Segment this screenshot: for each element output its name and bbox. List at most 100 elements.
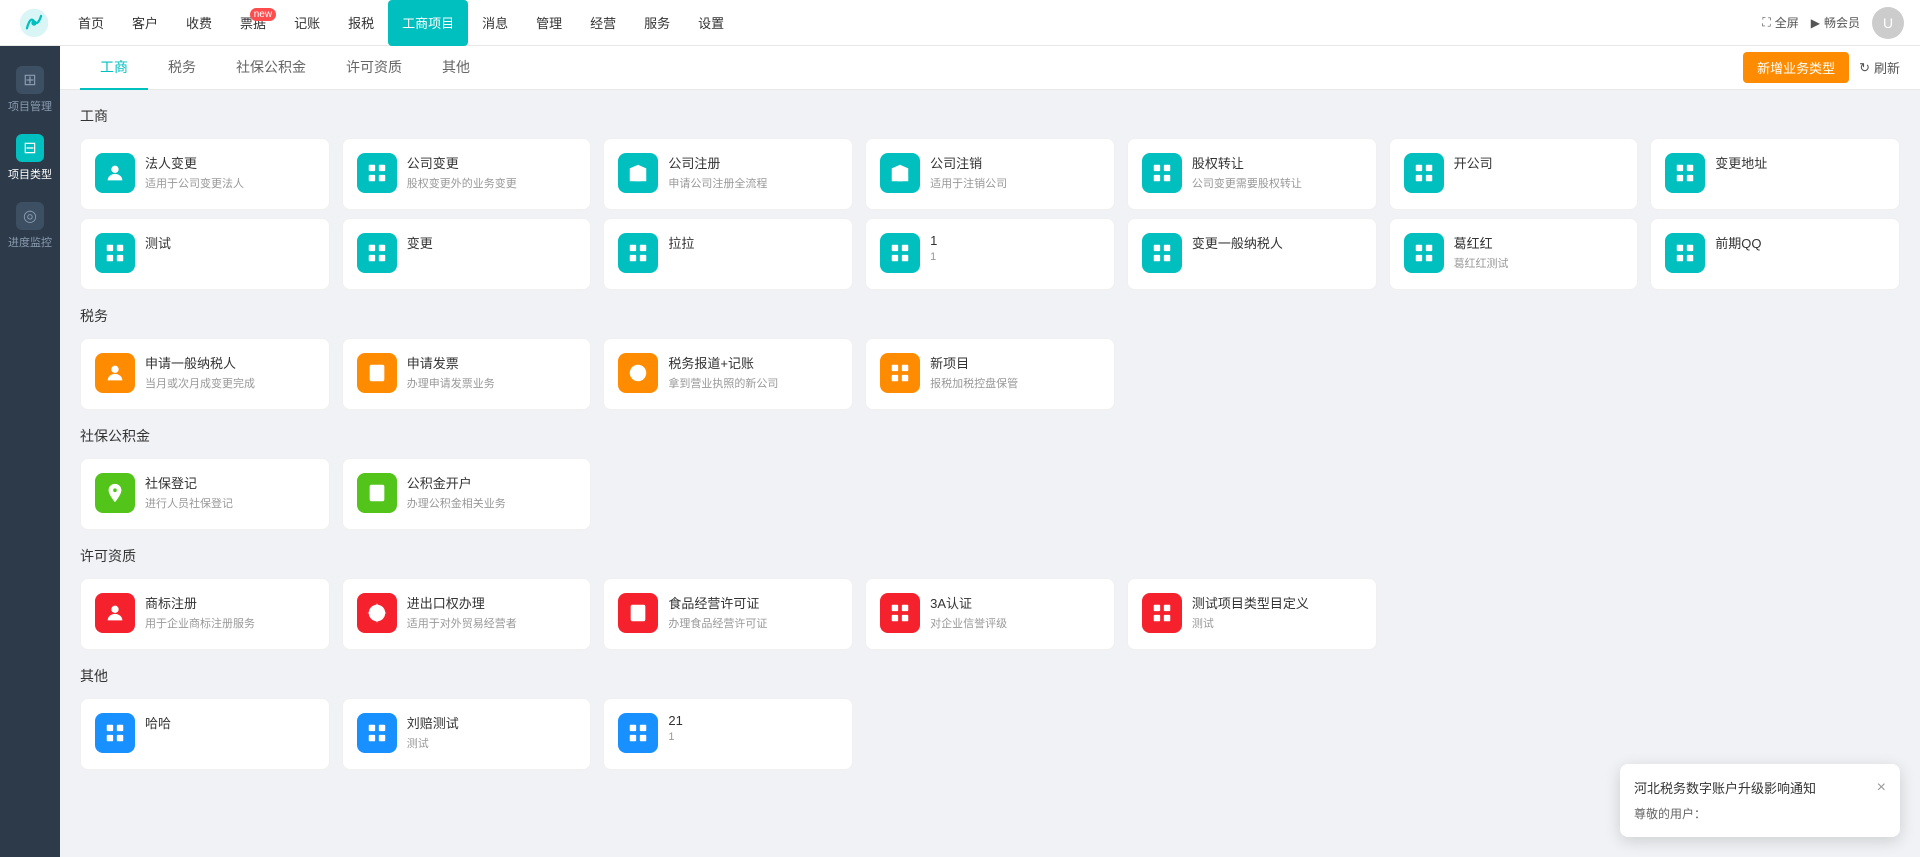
nav-customer[interactable]: 客户 [118,0,172,46]
tabs: 工商 税务 社保公积金 许可资质 其他 [80,46,490,90]
tab-gongshang[interactable]: 工商 [80,46,148,90]
card-3a-renzheng[interactable]: 3A认证 对企业信誉评级 [865,578,1115,650]
top-nav: 首页 客户 收费 票据 new 记账 报税 工商项目 消息 管理 经营 服务 设… [0,0,1920,46]
xuke-cards: 商标注册 用于企业商标注册服务 进出口权办理 适用于对外贸易经营者 食品经营 [80,578,1900,650]
gongshang-cards-row2: 测试 变更 拉拉 [80,218,1900,290]
new-type-button[interactable]: 新增业务类型 [1743,52,1849,83]
card-icon-jinchuku-banli [357,593,397,633]
tab-shuiwu[interactable]: 税务 [148,46,216,90]
nav-business[interactable]: 经营 [576,0,630,46]
card-icon-qianqi-qq [1665,233,1705,273]
tab-actions: 新增业务类型 ↻ 刷新 [1743,52,1900,83]
tab-xuke[interactable]: 许可资质 [326,46,422,90]
card-shebao-dengji[interactable]: 社保登记 进行人员社保登记 [80,458,330,530]
card-text-biangeng-dizhi: 变更地址 [1715,153,1885,175]
card-text-shebao-dengji: 社保登记 进行人员社保登记 [145,473,315,511]
card-kai-gongsi[interactable]: 开公司 [1389,138,1639,210]
card-guquan-zhuanrang[interactable]: 股权转让 公司变更需要股权转让 [1127,138,1377,210]
notification-title: 河北税务数字账户升级影响通知 [1634,778,1816,797]
card-xin-xiangmu[interactable]: 新项目 报税加税控盘保管 [865,338,1115,410]
nav-bill[interactable]: 票据 new [226,0,280,46]
card-text-gongsi-zhuxiao: 公司注销 适用于注销公司 [930,153,1100,191]
avatar[interactable]: U [1872,7,1904,39]
card-biangeng[interactable]: 变更 [342,218,592,290]
card-text-shipin-xuke: 食品经营许可证 办理食品经营许可证 [668,593,838,631]
project-manage-icon: ⊞ [16,66,44,94]
card-gehonghong[interactable]: 葛红红 葛红红测试 [1389,218,1639,290]
card-text-qianqi-qq: 前期QQ [1715,233,1885,255]
card-faren-biangeng[interactable]: 法人变更 适用于公司变更法人 [80,138,330,210]
card-liupei-ceshi[interactable]: 刘赔测试 测试 [342,698,592,770]
card-text-gehonghong: 葛红红 葛红红测试 [1454,233,1624,271]
nav-project[interactable]: 工商项目 [388,0,468,46]
notification-close-button[interactable]: × [1877,779,1886,797]
card-shipin-xuke[interactable]: 食品经营许可证 办理食品经营许可证 [603,578,853,650]
notification-popup: 河北税务数字账户升级影响通知 × 尊敬的用户： [1620,764,1900,837]
card-text-ceshi-xiangmu-leixing: 测试项目类型目定义 测试 [1192,593,1362,631]
card-text-haha: 哈哈 [145,713,315,735]
card-shangbiao-zhuce[interactable]: 商标注册 用于企业商标注册服务 [80,578,330,650]
card-icon-gongjijin-kaihui [357,473,397,513]
sidebar-item-progress-monitor[interactable]: ◎ 进度监控 [0,192,60,260]
card-text-guquan: 股权转让 公司变更需要股权转让 [1192,153,1362,191]
card-gongjijin-kaihui[interactable]: 公积金开户 办理公积金相关业务 [342,458,592,530]
card-biangeng-dizhi[interactable]: 变更地址 [1650,138,1900,210]
card-twentyone[interactable]: 21 1 [603,698,853,770]
nav-settings[interactable]: 设置 [684,0,738,46]
card-text-gongsi-biangeng: 公司变更 股权变更外的业务变更 [407,153,577,191]
card-gongsi-biangeng[interactable]: 公司变更 股权变更外的业务变更 [342,138,592,210]
vip-btn[interactable]: ▶ 畅会员 [1811,14,1860,31]
card-icon-lala [618,233,658,273]
gongshang-cards-row1: 法人变更 适用于公司变更法人 公司变更 股权变更外的业务变更 [80,138,1900,210]
refresh-button[interactable]: ↻ 刷新 [1859,58,1900,77]
shuiwu-cards: 申请一般纳税人 当月或次月成变更完成 申请发票 办理申请发票业务 税务报道+ [80,338,1900,410]
card-ceshi-xiangmu-leixing[interactable]: 测试项目类型目定义 测试 [1127,578,1377,650]
card-text-shenqing-fapiao: 申请发票 办理申请发票业务 [407,353,577,391]
card-icon-haha [95,713,135,753]
card-haha[interactable]: 哈哈 [80,698,330,770]
nav-tax[interactable]: 报税 [334,0,388,46]
card-icon-shangbiao-zhuce [95,593,135,633]
card-ceshi[interactable]: 测试 [80,218,330,290]
card-shenqing-yiban[interactable]: 申请一般纳税人 当月或次月成变更完成 [80,338,330,410]
nav-right: ⛶ 全屏 ▶ 畅会员 U [1762,7,1904,39]
project-type-icon: ⊟ [16,134,44,162]
card-text-3a-renzheng: 3A认证 对企业信誉评级 [930,593,1100,631]
card-qianqi-qq[interactable]: 前期QQ [1650,218,1900,290]
card-one[interactable]: 1 1 [865,218,1115,290]
nav-account[interactable]: 记账 [280,0,334,46]
sidebar: ⊞ 项目管理 ⊟ 项目类型 ◎ 进度监控 [0,46,60,857]
card-jinchuku-banli[interactable]: 进出口权办理 适用于对外贸易经营者 [342,578,592,650]
card-gongsi-zhuxiao[interactable]: 公司注销 适用于注销公司 [865,138,1115,210]
sidebar-item-project-manage[interactable]: ⊞ 项目管理 [0,56,60,124]
nav-items: 首页 客户 收费 票据 new 记账 报税 工商项目 消息 管理 经营 服务 设… [64,0,1762,46]
card-text-xin-xiangmu: 新项目 报税加税控盘保管 [930,353,1100,391]
card-icon-faren [95,153,135,193]
card-biangeng-yiban[interactable]: 变更一般纳税人 [1127,218,1377,290]
qita-cards: 哈哈 刘赔测试 测试 21 1 [80,698,1900,770]
nav-service[interactable]: 服务 [630,0,684,46]
tab-shebao[interactable]: 社保公积金 [216,46,326,90]
card-gongsi-zhuce[interactable]: 公司注册 申请公司注册全流程 [603,138,853,210]
nav-home[interactable]: 首页 [64,0,118,46]
card-lala[interactable]: 拉拉 [603,218,853,290]
card-icon-gongsi-zhuxiao [880,153,920,193]
bill-badge: new [250,8,276,21]
card-shuiwu-baodao[interactable]: 税务报道+记账 拿到营业执照的新公司 [603,338,853,410]
tab-qita[interactable]: 其他 [422,46,490,90]
refresh-icon: ↻ [1859,60,1870,76]
card-shenqing-fapiao[interactable]: 申请发票 办理申请发票业务 [342,338,592,410]
card-icon-shipin-xuke [618,593,658,633]
card-text-gongsi-zhuce: 公司注册 申请公司注册全流程 [668,153,838,191]
card-icon-shuiwu-baodao [618,353,658,393]
sidebar-item-project-type[interactable]: ⊟ 项目类型 [0,124,60,192]
card-text-shenqing-yiban: 申请一般纳税人 当月或次月成变更完成 [145,353,315,391]
fullscreen-btn[interactable]: ⛶ 全屏 [1762,14,1798,31]
section-title-gongshang: 工商 [80,106,1900,126]
section-title-xuke: 许可资质 [80,546,1900,566]
card-icon-gongsi-biangeng [357,153,397,193]
nav-fee[interactable]: 收费 [172,0,226,46]
nav-manage[interactable]: 管理 [522,0,576,46]
card-icon-biangeng [357,233,397,273]
nav-message[interactable]: 消息 [468,0,522,46]
